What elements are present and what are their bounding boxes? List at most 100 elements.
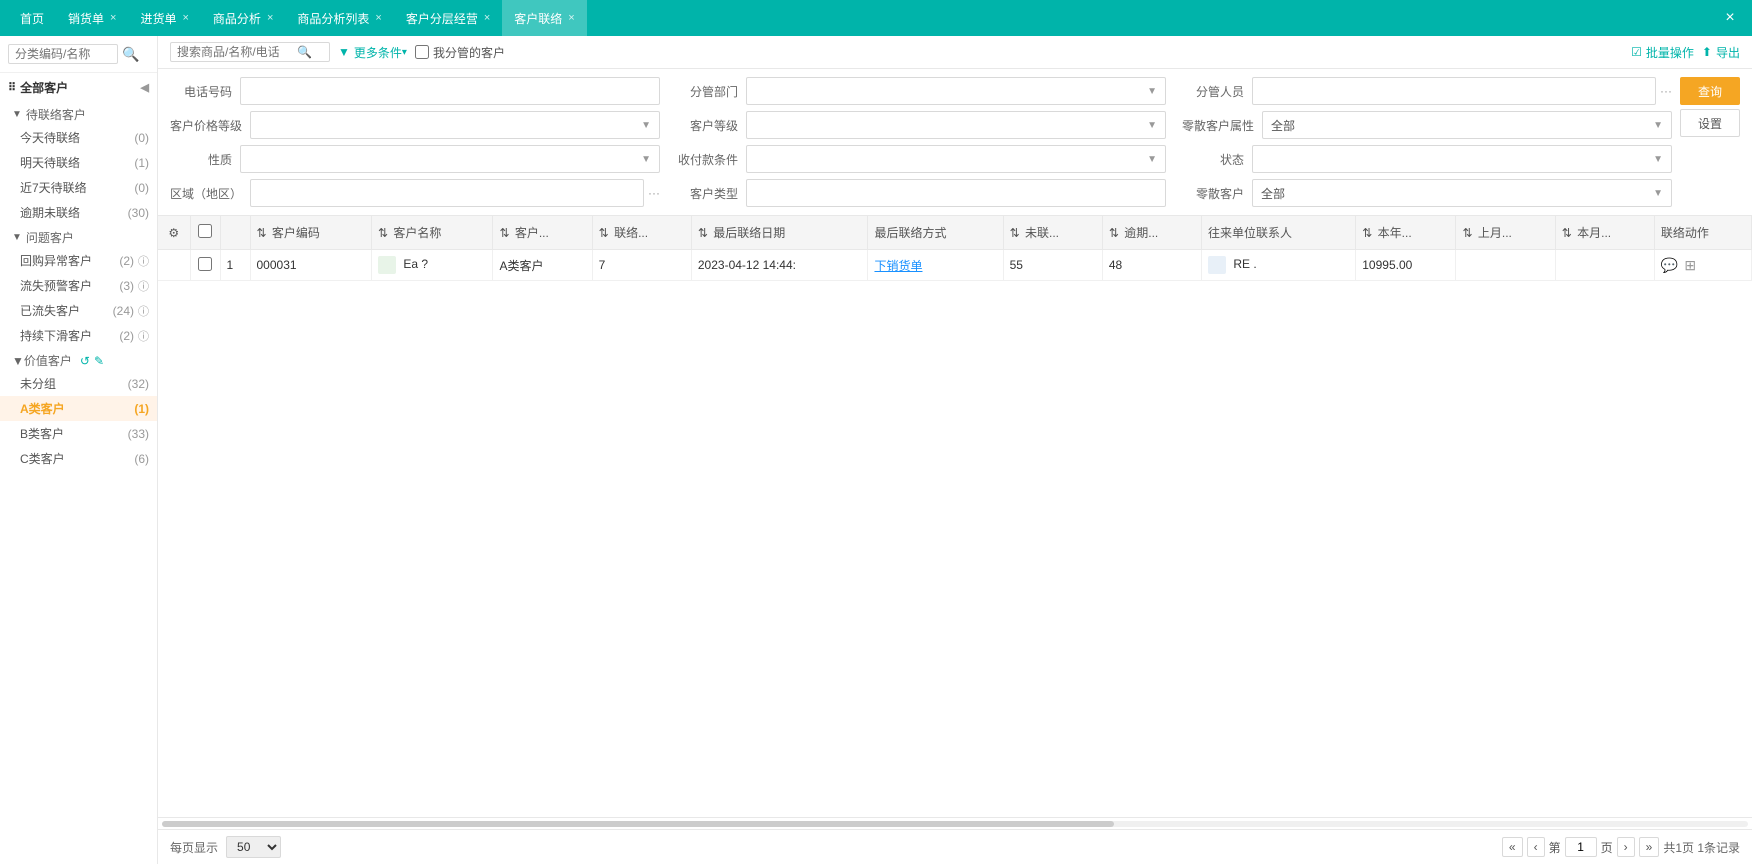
retail-customer-select[interactable]: 全部 ▼ [1252,179,1672,207]
last-month-column-header[interactable]: ⇅ 上月... [1456,216,1555,250]
sidebar-item-declining[interactable]: 持续下滑客户 (2) ⓘ [0,323,157,348]
customer-type-input[interactable] [746,179,1166,207]
gear-icon[interactable]: ⚙ [168,226,179,240]
last-date-column-header[interactable]: ⇅ 最后联络日期 [691,216,868,250]
nav-home[interactable]: 首页 [8,0,56,36]
prev-page-button[interactable]: ‹ [1527,837,1545,857]
page-number-input[interactable] [1565,837,1597,857]
nav-purchase-order[interactable]: 进货单 × [128,0,200,36]
horizontal-scrollbar[interactable] [158,817,1752,829]
person-input[interactable] [1252,77,1656,105]
uncontacted-column-header[interactable]: ⇅ 未联... [1003,216,1102,250]
row-action-cell: 💬 ⊞ [1654,250,1751,281]
category-search-icon[interactable]: 🔍 [122,46,139,63]
nature-select[interactable]: ▼ [240,145,660,173]
dept-select[interactable]: ▼ [746,77,1166,105]
sidebar-item-tomorrow-pending[interactable]: 明天待联络 (1) [0,150,157,175]
customer-level-arrow-icon: ▼ [1147,120,1157,131]
nav-product-analysis-list[interactable]: 商品分析列表 × [285,0,393,36]
sidebar-item-today-pending[interactable]: 今天待联络 (0) [0,125,157,150]
close-sales-order[interactable]: × [110,12,116,24]
next-page-button[interactable]: › [1617,837,1635,857]
qr-icon[interactable]: ⊞ [1684,257,1696,274]
main-search-icon[interactable]: 🔍 [297,45,312,59]
gear-column-header[interactable]: ⚙ [158,216,190,250]
status-arrow-icon: ▼ [1653,154,1663,165]
contact-column-header[interactable]: ⇅ 联络... [592,216,691,250]
sidebar-item-7days-pending[interactable]: 近7天待联络 (0) [0,175,157,200]
sidebar-item-overdue-pending[interactable]: 逾期未联络 (30) [0,200,157,225]
last-method-column-header[interactable]: 最后联络方式 [868,216,1003,250]
batch-operation-button[interactable]: ☑ 批量操作 [1631,44,1694,61]
first-page-button[interactable]: « [1502,837,1523,857]
overdue-column-header[interactable]: ⇅ 逾期... [1102,216,1201,250]
scrollbar-track [162,821,1748,827]
main-content: 🔍 ▼ 更多条件 ▾ 我分管的客户 ☑ 批量操作 ⬆ 导出 [158,36,1752,864]
top-navigation: 首页 销货单 × 进货单 × 商品分析 × 商品分析列表 × 客户分层经营 × … [0,0,1752,36]
phone-input[interactable] [240,77,660,105]
customer-table: ⚙ ⇅ 客户编码 ⇅ 客户名称 [158,216,1752,281]
sidebar-item-churn-warning[interactable]: 流失预警客户 (3) ⓘ [0,273,157,298]
prev-contact-column-header[interactable]: 往来单位联系人 [1202,216,1356,250]
type-column-header[interactable]: ⇅ 客户... [493,216,592,250]
sidebar-item-c-class[interactable]: C类客户 (6) [0,446,157,471]
name-column-header[interactable]: ⇅ 客户名称 [371,216,492,250]
export-button[interactable]: ⬆ 导出 [1702,44,1740,61]
customer-level-select[interactable]: ▼ [746,111,1166,139]
main-search-input[interactable] [177,45,297,59]
category-search-input[interactable] [8,44,118,64]
close-product-analysis-list[interactable]: × [375,12,381,24]
refresh-icon[interactable]: ↺ [80,354,90,368]
row-last-method-cell[interactable]: 下销货单 [868,250,1003,281]
code-column-header[interactable]: ⇅ 客户编码 [250,216,371,250]
more-filter-button[interactable]: ▼ 更多条件 ▾ [338,44,407,61]
close-purchase-order[interactable]: × [182,12,188,24]
row-checkbox-cell[interactable] [190,250,220,281]
row-checkbox[interactable] [198,257,212,271]
sidebar-item-repurchase-anomaly[interactable]: 回购异常客户 (2) ⓘ [0,248,157,273]
last-page-button[interactable]: » [1639,837,1660,857]
per-page-select[interactable]: 50 100 200 [226,836,281,858]
sidebar-item-unclassified[interactable]: 未分组 (32) [0,371,157,396]
info-icon-2: ⓘ [138,278,149,294]
close-customer-segment[interactable]: × [484,12,490,24]
seq-column-header [220,216,250,250]
this-month-column-header[interactable]: ⇅ 本月... [1555,216,1654,250]
region-input[interactable] [250,179,644,207]
settings-button[interactable]: 设置 [1680,109,1740,137]
my-customer-check[interactable] [415,45,429,59]
region-dots-icon[interactable]: ··· [648,186,660,200]
nav-customer-contact[interactable]: 客户联络 × [502,0,586,36]
close-customer-contact[interactable]: × [568,12,574,24]
my-customer-checkbox[interactable]: 我分管的客户 [415,44,505,61]
nav-customer-segment[interactable]: 客户分层经营 × [394,0,502,36]
edit-icon[interactable]: ✎ [94,354,104,368]
person-dots-icon[interactable]: ··· [1660,84,1672,98]
filter-icon: ▼ [338,45,350,59]
payment-select[interactable]: ▼ [746,145,1166,173]
nav-product-analysis[interactable]: 商品分析 × [201,0,285,36]
all-customers-header[interactable]: ⠿ 全部客户 ◀ [0,73,157,102]
filter-bar: 🔍 ▼ 更多条件 ▾ 我分管的客户 ☑ 批量操作 ⬆ 导出 [158,36,1752,69]
close-all-tabs-button[interactable]: × [1716,4,1744,32]
filter-row-1: 电话号码 分管部门 ▼ 分管人员 [170,77,1672,105]
sidebar-item-churned[interactable]: 已流失客户 (24) ⓘ [0,298,157,323]
checkbox-column-header[interactable] [190,216,220,250]
retail-attr-select[interactable]: 全部 ▼ [1262,111,1672,139]
nav-sales-order[interactable]: 销货单 × [56,0,128,36]
query-button[interactable]: 查询 [1680,77,1740,105]
export-icon: ⬆ [1702,45,1712,59]
price-level-select[interactable]: ▼ [250,111,660,139]
sort-icon-7: ⇅ [1109,226,1119,240]
sidebar-item-a-class[interactable]: A类客户 (1) [0,396,157,421]
status-select[interactable]: ▼ [1252,145,1672,173]
this-year-column-header[interactable]: ⇅ 本年... [1356,216,1456,250]
sidebar-item-b-class[interactable]: B类客户 (33) [0,421,157,446]
chat-icon[interactable]: 💬 [1661,257,1678,274]
row-this-year-cell: 10995.00 [1356,250,1456,281]
row-name-cell: Ea ? [371,250,492,281]
select-all-checkbox[interactable] [198,224,212,238]
close-product-analysis[interactable]: × [267,12,273,24]
filter-phone: 电话号码 [170,77,660,105]
scrollbar-thumb[interactable] [162,821,1114,827]
